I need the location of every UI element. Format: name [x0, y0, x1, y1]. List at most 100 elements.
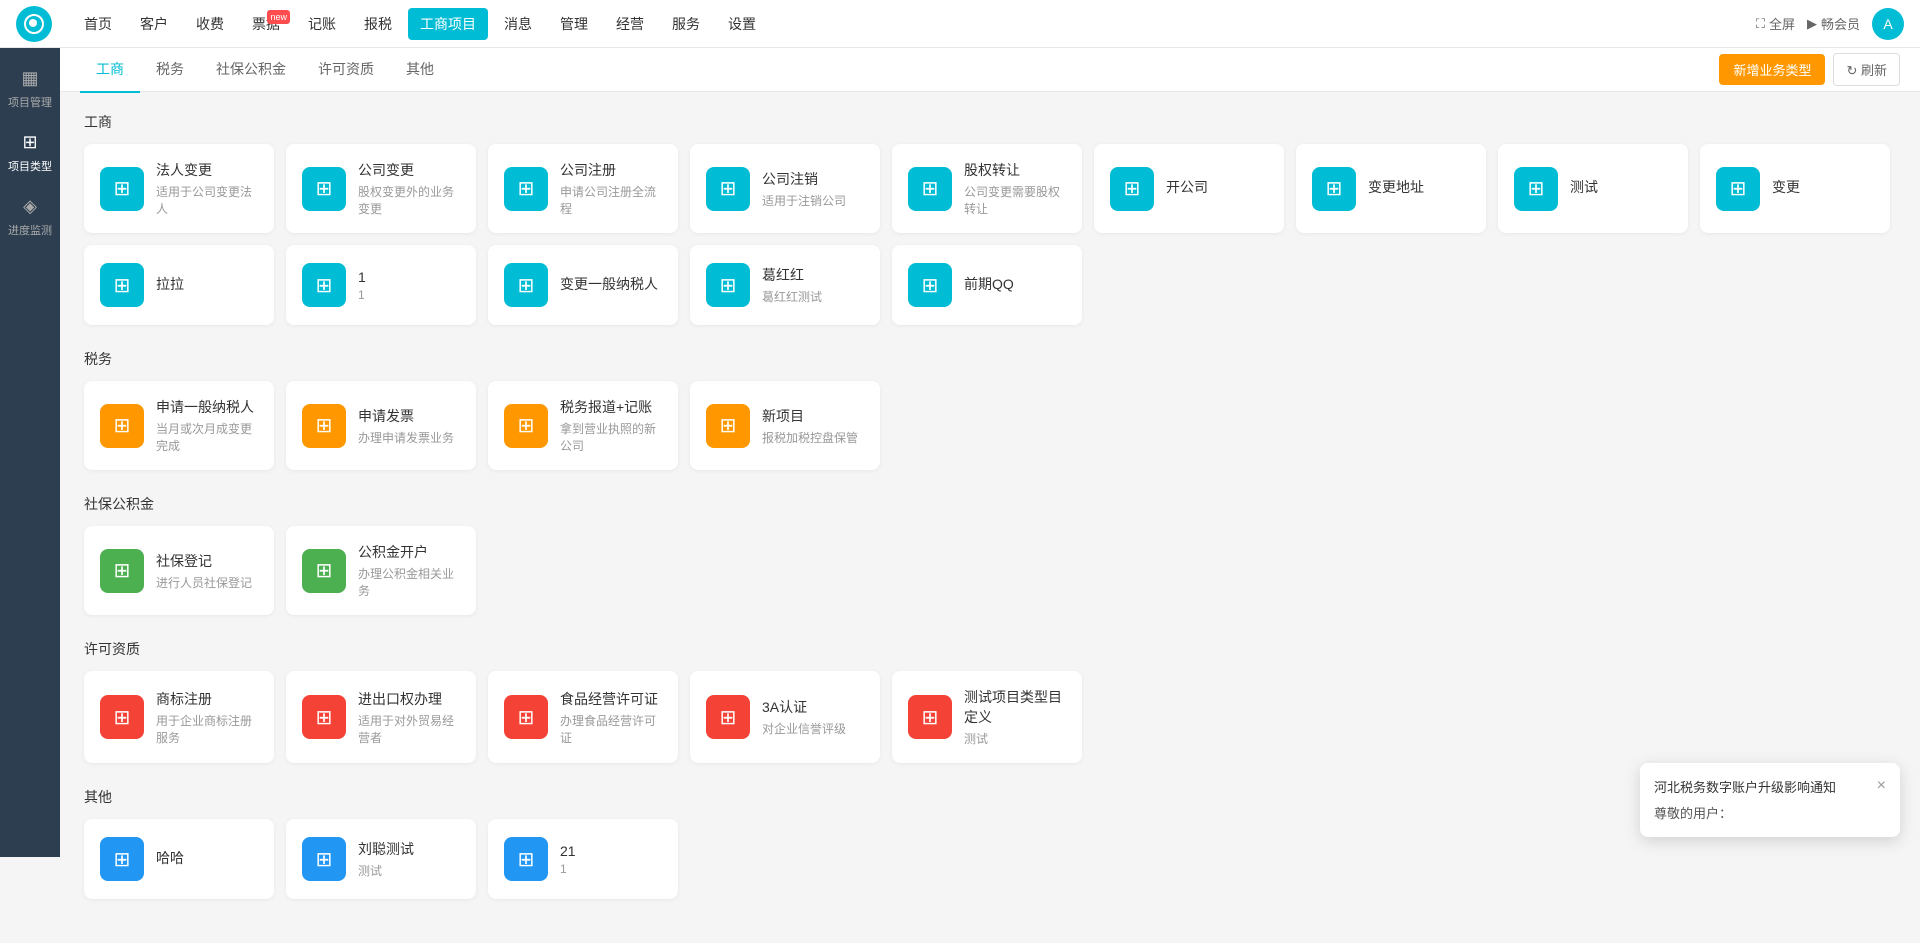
card-商标注册[interactable]: ⊞商标注册用于企业商标注册服务	[84, 671, 274, 763]
tab-actions: 新增业务类型 ↻ 刷新	[1719, 53, 1900, 86]
avatar[interactable]: A	[1872, 8, 1904, 40]
refresh-button[interactable]: ↻ 刷新	[1833, 53, 1900, 86]
card-公司注册[interactable]: ⊞ 公司注册申请公司注册全流程	[488, 144, 678, 233]
card-申请一般纳税人[interactable]: ⊞申请一般纳税人当月或次月成变更完成	[84, 381, 274, 470]
card-21[interactable]: ⊞211	[488, 819, 678, 899]
card-icon: ⊞	[504, 167, 548, 211]
notif-close-icon[interactable]: ×	[1877, 777, 1886, 795]
tab-社保公积金[interactable]: 社保公积金	[200, 47, 302, 93]
card-前期QQ[interactable]: ⊞ 前期QQ	[892, 245, 1082, 325]
card-icon: ⊞	[706, 167, 750, 211]
nav-right: ⛶ 全屏 ▶ 畅会员 A	[1756, 8, 1904, 40]
card-icon: ⊞	[908, 695, 952, 739]
card-desc: 报税加税控盘保管	[762, 429, 858, 446]
card-税务报道+记账[interactable]: ⊞税务报道+记账拿到营业执照的新公司	[488, 381, 678, 470]
nav-item-客户[interactable]: 客户	[128, 8, 180, 40]
card-desc: 办理公积金相关业务	[358, 565, 460, 599]
card-股权转让[interactable]: ⊞股权转让公司变更需要股权转让	[892, 144, 1082, 233]
nav-item-设置[interactable]: 设置	[716, 8, 768, 40]
card-desc: 申请公司注册全流程	[560, 183, 662, 217]
card-icon: ⊞	[908, 263, 952, 307]
sidebar-item-项目管理[interactable]: ▦项目管理	[0, 56, 60, 120]
card-name: 申请一般纳税人	[156, 397, 258, 417]
card-desc: 葛红红测试	[762, 288, 822, 305]
card-desc: 办理申请发票业务	[358, 429, 454, 446]
section-title-shebao: 社保公积金	[84, 494, 1896, 514]
new-type-button[interactable]: 新增业务类型	[1719, 54, 1825, 85]
card-name: 哈哈	[156, 848, 184, 868]
fullscreen-btn[interactable]: ⛶ 全屏	[1756, 14, 1795, 33]
card-食品经营许可证[interactable]: ⊞食品经营许可证办理食品经营许可证	[488, 671, 678, 763]
fullscreen-icon: ⛶	[1756, 16, 1765, 32]
card-icon: ⊞	[706, 404, 750, 448]
card-进出口权办理[interactable]: ⊞进出口权办理适用于对外贸易经营者	[286, 671, 476, 763]
card-desc: 测试	[964, 730, 1066, 747]
nav-item-收费[interactable]: 收费	[184, 8, 236, 40]
notif-header: 河北税务数字账户升级影响通知 ×	[1654, 777, 1886, 796]
card-name: 变更地址	[1368, 177, 1424, 197]
nav-item-票据[interactable]: 票据new	[240, 8, 292, 40]
cards-grid-xuke: ⊞商标注册用于企业商标注册服务⊞进出口权办理适用于对外贸易经营者⊞食品经营许可证…	[84, 671, 1896, 763]
card-葛红红[interactable]: ⊞葛红红葛红红测试	[690, 245, 880, 325]
card-name: 公司注销	[762, 169, 846, 189]
card-新项目[interactable]: ⊞新项目报税加税控盘保管	[690, 381, 880, 470]
card-text: 公司注销适用于注销公司	[762, 169, 846, 209]
tab-bar: 工商税务社保公积金许可资质其他 新增业务类型 ↻ 刷新	[60, 48, 1920, 92]
card-icon: ⊞	[504, 695, 548, 739]
card-icon: ⊞	[302, 167, 346, 211]
card-name: 商标注册	[156, 689, 258, 709]
card-desc: 适用于注销公司	[762, 192, 846, 209]
card-开公司[interactable]: ⊞开公司	[1094, 144, 1284, 233]
card-公积金开户[interactable]: ⊞ 公积金开户办理公积金相关业务	[286, 526, 476, 615]
tab-其他[interactable]: 其他	[390, 47, 450, 93]
card-icon: ⊞	[100, 837, 144, 881]
card-name: 刘聪测试	[358, 839, 414, 859]
nav-item-首页[interactable]: 首页	[72, 8, 124, 40]
tab-许可资质[interactable]: 许可资质	[302, 47, 390, 93]
nav-item-工商项目[interactable]: 工商项目	[408, 8, 488, 40]
section-title-xuke: 许可资质	[84, 639, 1896, 659]
card-变更一般纳税人[interactable]: ⊞变更一般纳税人	[488, 245, 678, 325]
tab-工商[interactable]: 工商	[80, 47, 140, 93]
tab-税务[interactable]: 税务	[140, 47, 200, 93]
card-name: 前期QQ	[964, 274, 1014, 294]
card-法人变更[interactable]: ⊞法人变更适用于公司变更法人	[84, 144, 274, 233]
nav-item-服务[interactable]: 服务	[660, 8, 712, 40]
card-公司注销[interactable]: ⊞ 公司注销适用于注销公司	[690, 144, 880, 233]
nav-item-管理[interactable]: 管理	[548, 8, 600, 40]
card-哈哈[interactable]: ⊞ 哈哈	[84, 819, 274, 899]
card-社保登记[interactable]: ⊞社保登记进行人员社保登记	[84, 526, 274, 615]
card-公司变更[interactable]: ⊞公司变更股权变更外的业务变更	[286, 144, 476, 233]
cards-grid-gongshang: ⊞法人变更适用于公司变更法人⊞公司变更股权变更外的业务变更⊞公司注册申请公司注册…	[84, 144, 1896, 325]
sidebar-item-进度监测[interactable]: ◈进度监测	[0, 184, 60, 248]
card-1[interactable]: ⊞11	[286, 245, 476, 325]
logo[interactable]	[16, 6, 52, 42]
sidebar-item-项目类型[interactable]: ⊞项目类型	[0, 120, 60, 184]
notif-title: 河北税务数字账户升级影响通知	[1654, 777, 1836, 796]
card-变更地址[interactable]: ⊞变更地址	[1296, 144, 1486, 233]
card-name: 公积金开户	[358, 542, 460, 562]
card-拉拉[interactable]: ⊞拉拉	[84, 245, 274, 325]
card-测试项目类型目定义[interactable]: ⊞测试项目类型目定义测试	[892, 671, 1082, 763]
nav-item-消息[interactable]: 消息	[492, 8, 544, 40]
section-title-gongshang: 工商	[84, 112, 1896, 132]
card-3A认证[interactable]: ⊞3A认证对企业信誉评级	[690, 671, 880, 763]
nav-item-记账[interactable]: 记账	[296, 8, 348, 40]
card-icon: ⊞	[302, 549, 346, 593]
card-desc: 适用于公司变更法人	[156, 183, 258, 217]
nav-item-报税[interactable]: 报税	[352, 8, 404, 40]
card-text: 变更地址	[1368, 177, 1424, 200]
card-text: 股权转让公司变更需要股权转让	[964, 160, 1066, 217]
card-测试[interactable]: ⊞测试	[1498, 144, 1688, 233]
member-btn[interactable]: ▶ 畅会员	[1807, 14, 1860, 33]
sidebar-label: 项目类型	[8, 158, 52, 174]
card-申请发票[interactable]: ⊞申请发票办理申请发票业务	[286, 381, 476, 470]
notification-popup: 河北税务数字账户升级影响通知 × 尊敬的用户：	[1640, 763, 1900, 838]
nav-item-经营[interactable]: 经营	[604, 8, 656, 40]
card-刘聪测试[interactable]: ⊞刘聪测试测试	[286, 819, 476, 899]
card-text: 申请发票办理申请发票业务	[358, 406, 454, 446]
card-变更[interactable]: ⊞变更	[1700, 144, 1890, 233]
card-name: 公司注册	[560, 160, 662, 180]
card-name: 21	[560, 843, 576, 859]
top-nav: 首页客户收费票据new记账报税工商项目消息管理经营服务设置 ⛶ 全屏 ▶ 畅会员…	[0, 0, 1920, 48]
